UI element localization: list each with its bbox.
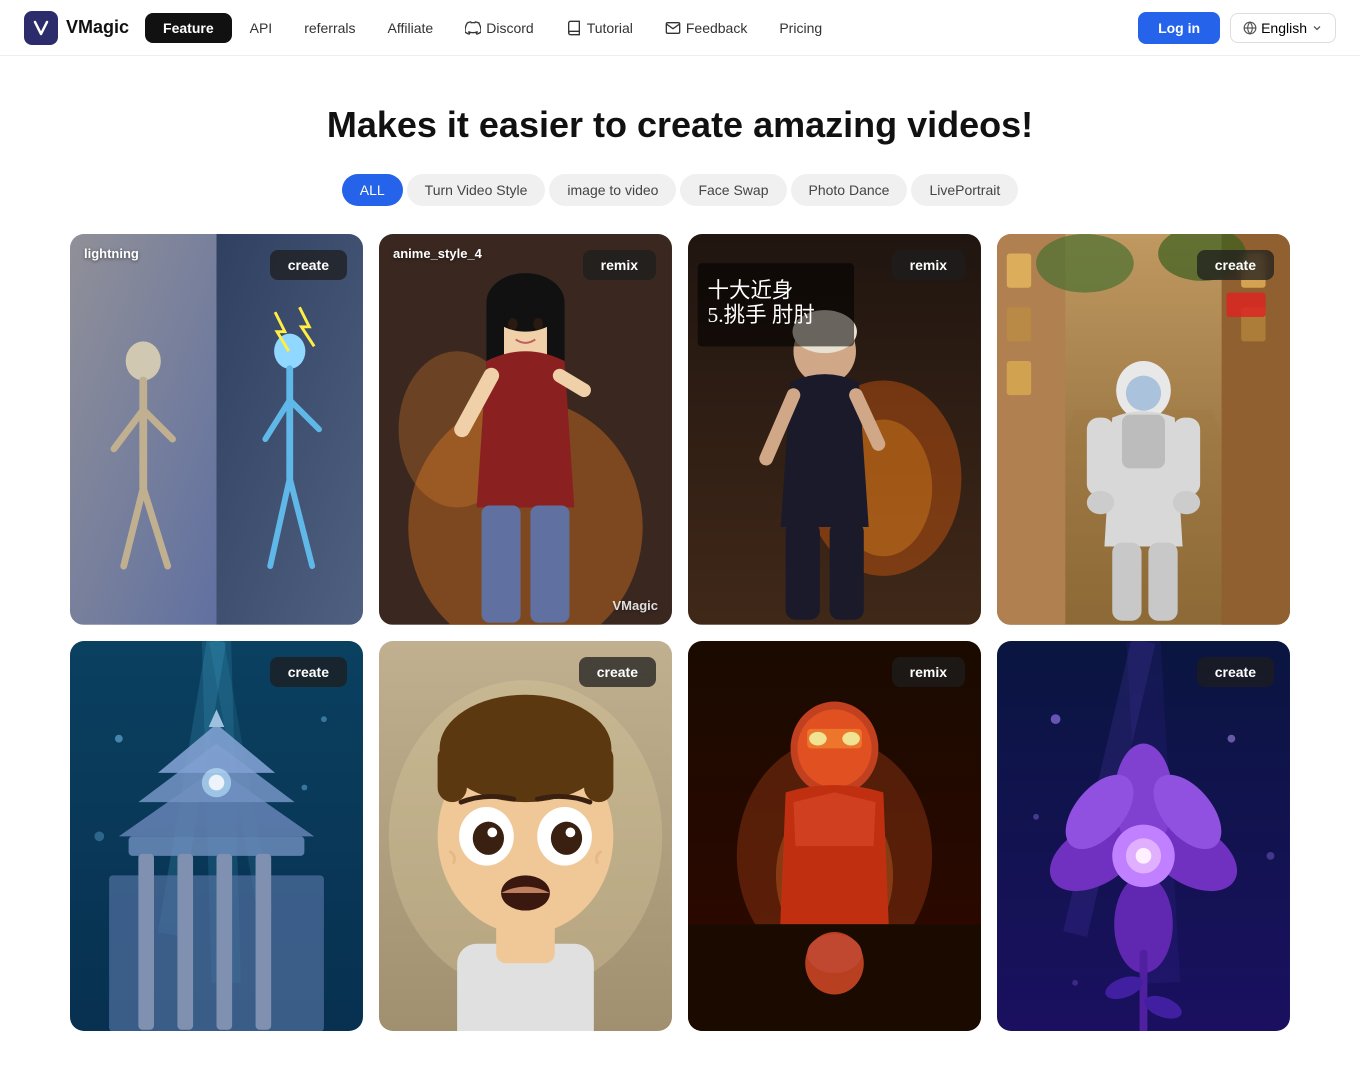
tab-all[interactable]: ALL	[342, 174, 403, 206]
card-btn-6[interactable]: create	[579, 657, 656, 687]
card-inner-4: create	[997, 234, 1290, 625]
tab-liveportrait[interactable]: LivePortrait	[911, 174, 1018, 206]
card-inner-3: 十大近身 5.挑手 肘肘 remix	[688, 234, 981, 625]
tabs-container: ALLTurn Video Styleimage to videoFace Sw…	[0, 174, 1360, 206]
globe-icon	[1243, 21, 1257, 35]
card-1[interactable]: lightning create	[70, 234, 363, 625]
tab-photo-dance[interactable]: Photo Dance	[791, 174, 908, 206]
card-inner-8: create	[997, 641, 1290, 1032]
card-btn-3[interactable]: remix	[892, 250, 965, 280]
book-icon	[566, 20, 582, 36]
card-btn-4[interactable]: create	[1197, 250, 1274, 280]
referrals-link[interactable]: referrals	[290, 13, 369, 43]
navbar: VMagic Feature API referrals Affiliate D…	[0, 0, 1360, 56]
card-3[interactable]: 十大近身 5.挑手 肘肘 remix	[688, 234, 981, 625]
discord-link[interactable]: Discord	[451, 13, 547, 43]
card-btn-2[interactable]: remix	[583, 250, 656, 280]
language-selector[interactable]: English	[1230, 13, 1336, 43]
tab-image-to-video[interactable]: image to video	[549, 174, 676, 206]
card-inner-5: create	[70, 641, 363, 1032]
card-watermark-2: VMagic	[612, 598, 658, 613]
tab-turn-video-style[interactable]: Turn Video Style	[407, 174, 546, 206]
card-4[interactable]: create	[997, 234, 1290, 625]
card-7[interactable]: remix	[688, 641, 981, 1032]
card-inner-2: anime_style_4 VMagic remix	[379, 234, 672, 625]
feedback-icon	[665, 20, 681, 36]
card-label-2: anime_style_4	[393, 246, 482, 261]
card-2[interactable]: anime_style_4 VMagic remix	[379, 234, 672, 625]
login-button[interactable]: Log in	[1138, 12, 1220, 44]
affiliate-link[interactable]: Affiliate	[374, 13, 448, 43]
card-btn-1[interactable]: create	[270, 250, 347, 280]
language-label: English	[1261, 20, 1307, 36]
chevron-down-icon	[1311, 22, 1323, 34]
feature-button[interactable]: Feature	[145, 13, 232, 43]
card-8[interactable]: create	[997, 641, 1290, 1032]
card-inner-1: lightning create	[70, 234, 363, 625]
svg-text:十大近身: 十大近身	[708, 278, 794, 302]
card-btn-5[interactable]: create	[270, 657, 347, 687]
cards-grid: lightning create anime_style_4 VMagic remix	[30, 234, 1330, 1071]
tutorial-link[interactable]: Tutorial	[552, 13, 647, 43]
logo-icon	[24, 11, 58, 45]
card-5[interactable]: create	[70, 641, 363, 1032]
card-6[interactable]: create	[379, 641, 672, 1032]
svg-text:5.挑手 肘肘: 5.挑手 肘肘	[708, 303, 815, 327]
card-btn-7[interactable]: remix	[892, 657, 965, 687]
card-label-1: lightning	[84, 246, 139, 261]
card-inner-6: create	[379, 641, 672, 1032]
feedback-link[interactable]: Feedback	[651, 13, 761, 43]
card-btn-8[interactable]: create	[1197, 657, 1274, 687]
nav-logo[interactable]: VMagic	[24, 11, 129, 45]
hero-section: Makes it easier to create amazing videos…	[0, 56, 1360, 174]
discord-icon	[465, 20, 481, 36]
tab-face-swap[interactable]: Face Swap	[680, 174, 786, 206]
logo-text: VMagic	[66, 17, 129, 38]
hero-title: Makes it easier to create amazing videos…	[24, 104, 1336, 146]
pricing-link[interactable]: Pricing	[765, 13, 836, 43]
card-inner-7: remix	[688, 641, 981, 1032]
api-link[interactable]: API	[236, 13, 287, 43]
